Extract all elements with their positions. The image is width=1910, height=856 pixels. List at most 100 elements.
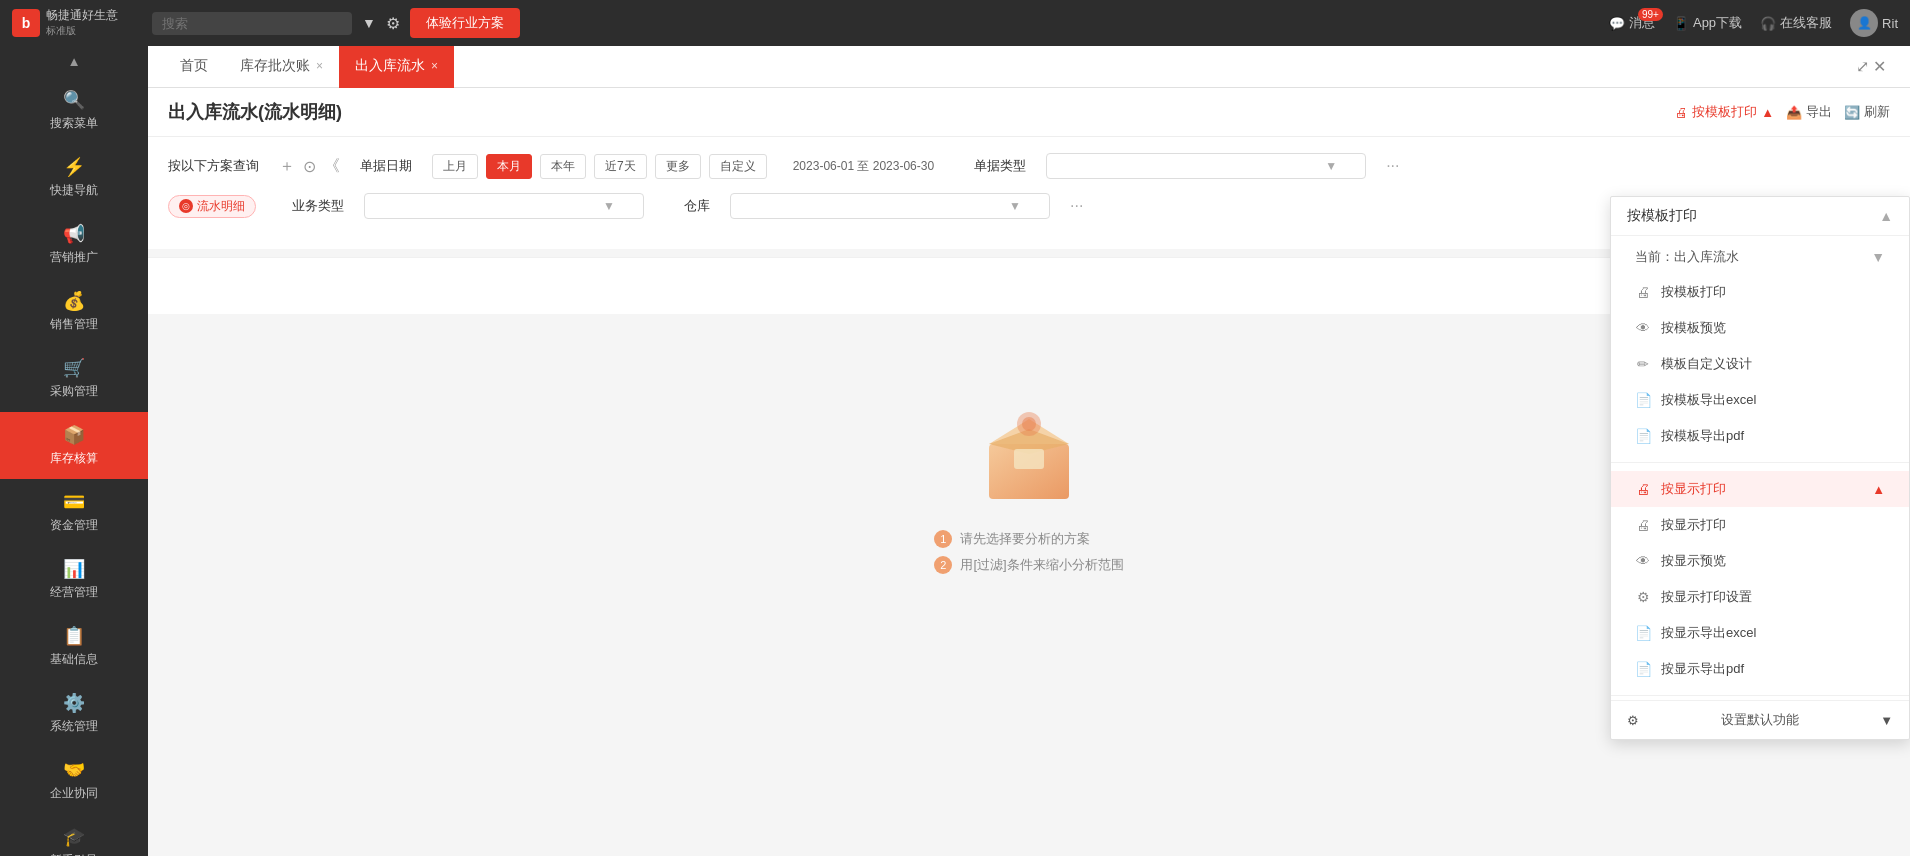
sidebar-item-sales[interactable]: 💰 销售管理 <box>0 278 148 345</box>
dropdown-item-customize-template[interactable]: ✏ 模板自定义设计 <box>1611 346 1909 382</box>
sidebar-scroll-up[interactable]: ▲ <box>0 46 148 77</box>
app-download-icon: 📱 <box>1673 16 1689 31</box>
pdf-icon-1: 📄 <box>1635 428 1651 444</box>
basic-icon: 📋 <box>63 625 85 647</box>
dropdown-item-label-excel2: 按显示导出excel <box>1661 624 1756 642</box>
search-dropdown-btn[interactable]: ▼ <box>362 15 376 31</box>
refresh-btn[interactable]: 🔄 刷新 <box>1844 103 1890 121</box>
dropdown-footer-chevron: ▼ <box>1880 713 1893 728</box>
print-icon: 🖨 <box>1635 284 1651 300</box>
dropdown-item-export-pdf-template[interactable]: 📄 按模板导出pdf <box>1611 418 1909 454</box>
message-btn[interactable]: 💬 消息 99+ <box>1609 14 1655 32</box>
dropdown-item-preview-display[interactable]: 👁 按显示预览 <box>1611 543 1909 579</box>
sidebar-item-inventory[interactable]: 📦 库存核算 <box>0 412 148 479</box>
inventory-icon: 📦 <box>63 424 85 446</box>
top-gear-btn[interactable]: ⚙ <box>386 14 400 33</box>
empty-tip-2: 2 用[过滤]条件来缩小分析范围 <box>934 556 1123 574</box>
user-area[interactable]: 👤 Rit <box>1850 9 1898 37</box>
pdf-icon-2: 📄 <box>1635 661 1651 677</box>
filter-row-1: 按以下方案查询 ＋ ⊙ 《 单据日期 上月 本月 本年 近7天 更多 自定义 <box>168 153 1890 179</box>
dropdown-collapse-btn[interactable]: ▲ <box>1879 208 1893 224</box>
business-type-label: 业务类型 <box>292 197 344 215</box>
dropdown-item-label-settings-display: 按显示打印设置 <box>1661 588 1752 606</box>
app-version: 标准版 <box>46 24 118 38</box>
dropdown-footer[interactable]: ⚙ 设置默认功能 ▼ <box>1611 700 1909 739</box>
dropdown-item-preview-template[interactable]: 👁 按模板预览 <box>1611 310 1909 346</box>
printer-icon: 🖨 <box>1675 105 1688 120</box>
tab-home-label: 首页 <box>180 57 208 75</box>
date-custom-btn[interactable]: 自定义 <box>709 154 767 179</box>
filter-collapse-arrow[interactable]: 《 <box>324 156 340 177</box>
warehouse-arrow: ▼ <box>1009 199 1021 213</box>
sidebar-item-system[interactable]: ⚙️ 系统管理 <box>0 680 148 747</box>
warehouse-label: 仓库 <box>684 197 710 215</box>
dropdown-item-export-excel-display[interactable]: 📄 按显示导出excel <box>1611 615 1909 651</box>
date-current-month-btn[interactable]: 本月 <box>486 154 532 179</box>
filter-tag-icon: ◎ <box>179 199 193 213</box>
sidebar-item-purchase[interactable]: 🛒 采购管理 <box>0 345 148 412</box>
business-type-select[interactable]: ▼ <box>364 193 644 219</box>
dropdown-item-export-pdf-display[interactable]: 📄 按显示导出pdf <box>1611 651 1909 687</box>
sidebar-item-search[interactable]: 🔍 搜索菜单 <box>0 77 148 144</box>
sidebar-item-label-marketing: 营销推广 <box>50 249 98 266</box>
sidebar-item-label-quick: 快捷导航 <box>50 182 98 199</box>
doc-type-select[interactable]: ▼ <box>1046 153 1366 179</box>
sidebar-item-label-system: 系统管理 <box>50 718 98 735</box>
sidebar-item-guide[interactable]: 🎓 新手引导 <box>0 814 148 856</box>
tip-num-2: 2 <box>934 556 952 574</box>
dropdown-item-export-excel-template[interactable]: 📄 按模板导出excel <box>1611 382 1909 418</box>
online-service-btn[interactable]: 🎧 在线客服 <box>1760 14 1832 32</box>
warehouse-select[interactable]: ▼ <box>730 193 1050 219</box>
refresh-label: 刷新 <box>1864 103 1890 121</box>
search-icon: 🔍 <box>63 89 85 111</box>
tip-text-2: 用[过滤]条件来缩小分析范围 <box>960 556 1123 574</box>
filter-scheme-tag[interactable]: ◎ 流水明细 <box>168 195 256 218</box>
export-btn[interactable]: 📤 导出 <box>1786 103 1832 121</box>
dropdown-title: 按模板打印 <box>1627 207 1697 225</box>
date-current-year-btn[interactable]: 本年 <box>540 154 586 179</box>
dropdown-section2-header[interactable]: 🖨 按显示打印 ▲ <box>1611 471 1909 507</box>
doc-type-more-btn[interactable]: ··· <box>1386 157 1399 175</box>
sidebar-item-basic[interactable]: 📋 基础信息 <box>0 613 148 680</box>
filter-add-btn[interactable]: ＋ <box>279 156 295 177</box>
print-display-icon: 🖨 <box>1635 517 1651 533</box>
marketing-icon: 📢 <box>63 223 85 245</box>
content-area: 首页 库存批次账 × 出入库流水 × ⤢ ✕ 出入库流水(流水明细) 🖨 按模板… <box>148 46 1910 856</box>
app-download-btn[interactable]: 📱 App下载 <box>1673 14 1742 32</box>
tab-batch-account-close[interactable]: × <box>316 59 323 73</box>
edit-icon: ✏ <box>1635 356 1651 372</box>
page-title: 出入库流水(流水明细) <box>168 100 342 136</box>
tab-flow-close[interactable]: × <box>431 59 438 73</box>
excel-icon-2: 📄 <box>1635 625 1651 641</box>
empty-tip-1: 1 请先选择要分析的方案 <box>934 530 1123 548</box>
date-last7-btn[interactable]: 近7天 <box>594 154 647 179</box>
sidebar-item-operations[interactable]: 📊 经营管理 <box>0 546 148 613</box>
date-more-btn[interactable]: 更多 <box>655 154 701 179</box>
dropdown-footer-icon: ⚙ <box>1627 713 1639 728</box>
dropdown-current-label: 当前：出入库流水 <box>1635 248 1739 266</box>
logo-icon: b <box>12 9 40 37</box>
dropdown-current-chevron[interactable]: ▼ <box>1871 249 1885 265</box>
sidebar-item-label-basic: 基础信息 <box>50 651 98 668</box>
sidebar-item-marketing[interactable]: 📢 营销推广 <box>0 211 148 278</box>
top-search-input[interactable] <box>152 12 352 35</box>
dropdown-item-print-settings-display[interactable]: ⚙ 按显示打印设置 <box>1611 579 1909 615</box>
sidebar-item-label-purchase: 采购管理 <box>50 383 98 400</box>
tab-maximize-btn[interactable]: ⤢ ✕ <box>1848 57 1894 76</box>
sidebar-item-quick-nav[interactable]: ⚡ 快捷导航 <box>0 144 148 211</box>
preview-icon: 👁 <box>1635 320 1651 336</box>
warehouse-more-btn[interactable]: ··· <box>1070 197 1083 215</box>
dropdown-item-print-template[interactable]: 🖨 按模板打印 <box>1611 274 1909 310</box>
tab-home[interactable]: 首页 <box>164 46 224 88</box>
print-template-btn[interactable]: 🖨 按模板打印 ▲ <box>1675 103 1774 121</box>
industry-btn[interactable]: 体验行业方案 <box>410 8 520 38</box>
tab-batch-account[interactable]: 库存批次账 × <box>224 46 339 88</box>
tab-flow[interactable]: 出入库流水 × <box>339 46 454 88</box>
sidebar-item-enterprise[interactable]: 🤝 企业协同 <box>0 747 148 814</box>
dropdown-item-print-display[interactable]: 🖨 按显示打印 <box>1611 507 1909 543</box>
logo-area: b 畅捷通好生意 标准版 <box>12 8 142 38</box>
date-prev-month-btn[interactable]: 上月 <box>432 154 478 179</box>
sidebar-item-finance[interactable]: 💳 资金管理 <box>0 479 148 546</box>
page-actions: 🖨 按模板打印 ▲ 📤 导出 🔄 刷新 <box>1675 103 1890 133</box>
filter-settings-btn[interactable]: ⊙ <box>303 157 316 176</box>
